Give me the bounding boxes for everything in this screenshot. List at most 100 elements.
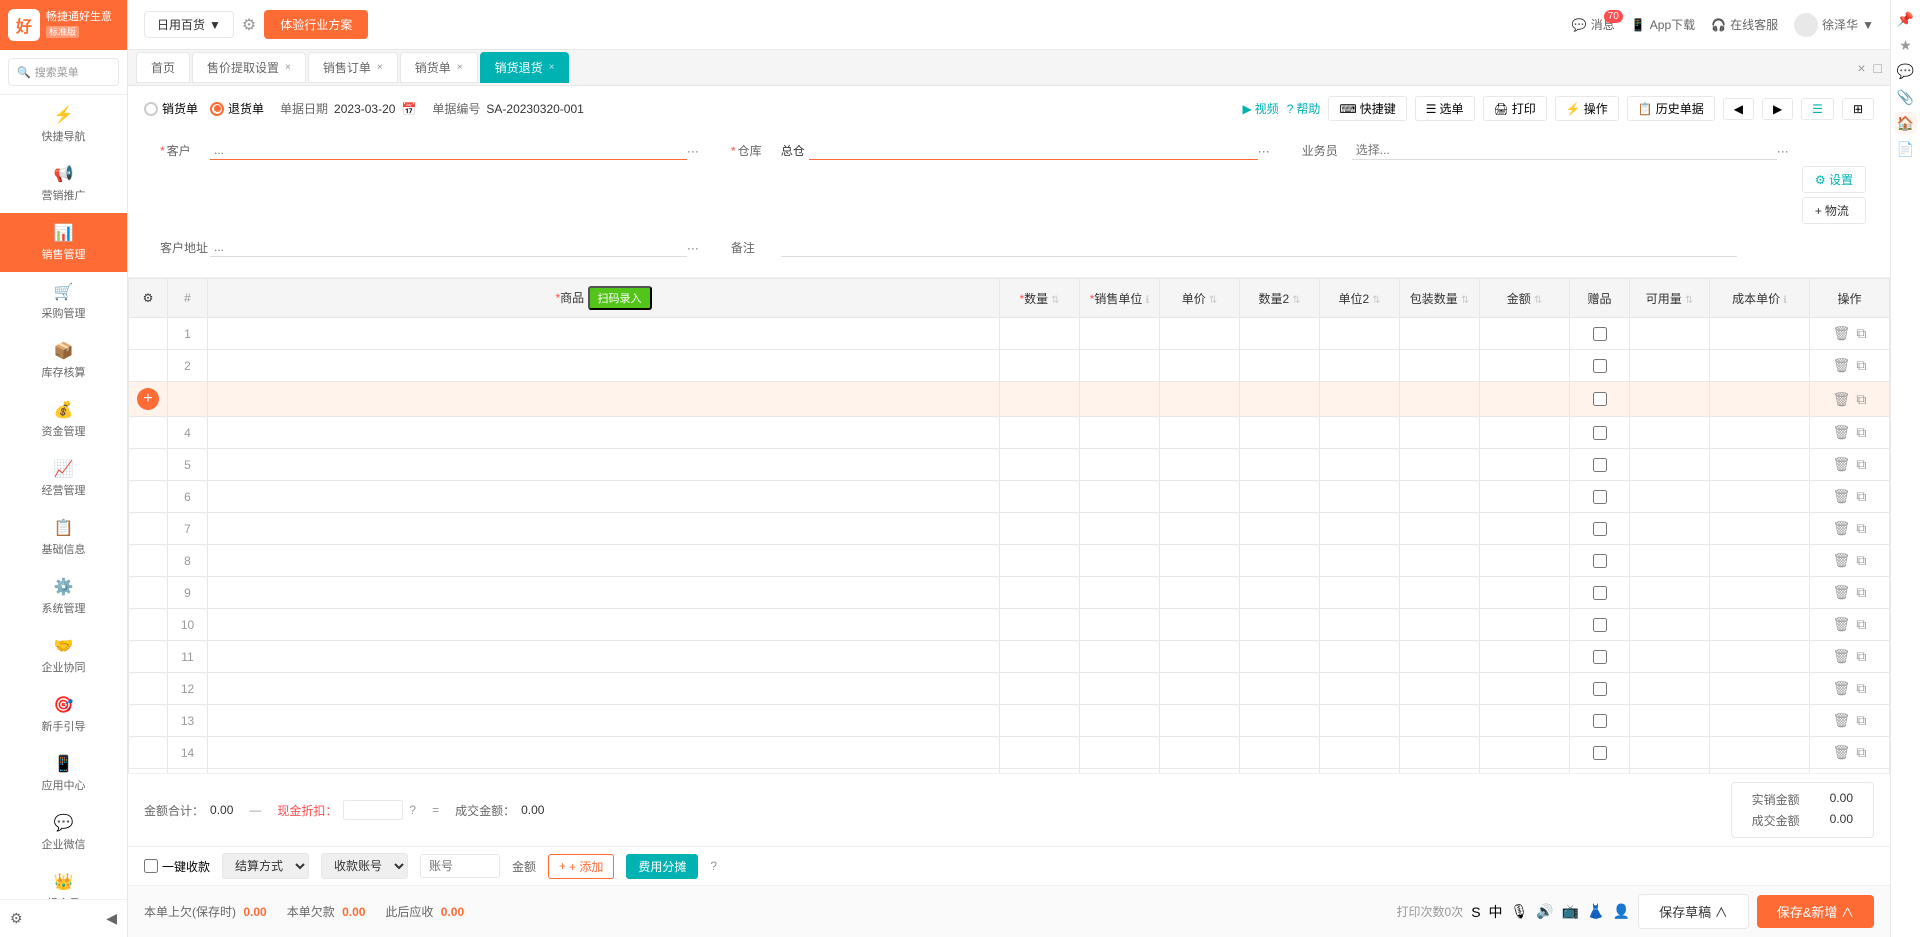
radio-return[interactable]: 退货单 [210,100,264,117]
add-fee-button[interactable]: + + 添加 [548,854,614,879]
trial-plan-button[interactable]: 体验行业方案 [264,10,368,39]
toolbar-icon-7[interactable]: 👤 [1613,903,1630,920]
tab-close-button[interactable]: × [1857,60,1865,76]
calendar-icon[interactable]: 📅 [401,102,416,116]
copy-row-4[interactable]: ⧉ [1856,424,1866,441]
amount-sort-icon[interactable]: ⇅ [1534,295,1542,306]
row-add-button[interactable]: + [137,388,159,410]
sidebar-item-enterprise[interactable]: 🤝 企业协同 [0,626,127,685]
sidebar-item-purchase[interactable]: 🛒 采购管理 [0,272,127,331]
toolbar-icon-6[interactable]: 👗 [1587,903,1604,920]
delete-row-11[interactable]: 🗑 [1833,648,1851,665]
delete-row-8[interactable]: 🗑 [1833,552,1851,569]
gift-check-5[interactable] [1593,458,1607,472]
settings-button[interactable]: ⚙ 设置 [1802,166,1866,193]
tab-close-sales-return[interactable]: × [549,62,555,73]
toolbar-icon-1[interactable]: S [1471,904,1480,920]
industry-selector[interactable]: 日用百货 ▼ [144,11,234,38]
grid-view-button[interactable]: ⊞ [1842,98,1874,120]
help-link[interactable]: ? 帮助 [1287,100,1321,117]
table-settings-header[interactable]: ⚙ [129,279,168,318]
delete-row-4[interactable]: 🗑 [1833,424,1851,441]
gift-check-1[interactable] [1593,327,1607,341]
sidebar-item-basic[interactable]: 📋 基础信息 [0,508,127,567]
one-key-payment-checkbox[interactable]: 一键收款 [144,858,210,875]
warehouse-dots[interactable]: ··· [1258,144,1270,158]
qty-sort-icon[interactable]: ⇅ [1051,295,1059,306]
product-input-1[interactable] [216,327,991,341]
copy-row-13[interactable]: ⧉ [1856,712,1866,729]
delete-row-12[interactable]: 🗑 [1833,680,1851,697]
toolbar-icon-3[interactable]: 🎙 [1511,903,1529,920]
account-input[interactable] [420,854,500,878]
copy-row-1[interactable]: ⧉ [1856,325,1866,342]
save-new-button[interactable]: 保存&新增 ∧ [1757,895,1874,928]
copy-row-14[interactable]: ⧉ [1856,744,1866,761]
user-menu[interactable]: 徐泽华 ▼ [1794,13,1874,37]
copy-row-12[interactable]: ⧉ [1856,680,1866,697]
gift-check-13[interactable] [1593,714,1607,728]
sidebar-item-marketing[interactable]: 📢 营销推广 [0,154,127,213]
prev-record-button[interactable]: ◀ [1723,98,1754,120]
right-tool-comment[interactable]: 💬 [1895,60,1917,82]
price-sort-icon[interactable]: ⇅ [1209,295,1217,306]
fee-split-button[interactable]: 费用分摊 [626,854,698,879]
gift-check-9[interactable] [1593,586,1607,600]
gift-check-10[interactable] [1593,618,1607,632]
save-draft-button[interactable]: 保存草稿 ∧ [1638,894,1749,929]
delete-row-5[interactable]: 🗑 [1833,456,1851,473]
online-service-link[interactable]: 🎧 在线客服 [1711,16,1778,33]
delete-row-active[interactable]: 🗑 [1833,391,1851,408]
logistics-button[interactable]: + 物流 [1802,197,1866,224]
sidebar-item-inventory[interactable]: 📦 库存核算 [0,331,127,390]
right-tool-star[interactable]: ★ [1895,34,1917,56]
gift-check-2[interactable] [1593,359,1607,373]
sidebar-gear-button[interactable]: ⚙ [10,910,23,927]
warehouse-input[interactable] [809,141,1258,160]
gift-check-6[interactable] [1593,490,1607,504]
toolbar-icon-2[interactable]: 中 [1489,902,1503,922]
list-view-button[interactable]: ☰ [1801,98,1834,120]
operate-button[interactable]: ⚡ 操作 [1555,96,1619,121]
row-product-1[interactable] [208,318,1000,350]
pack-sort-icon[interactable]: ⇅ [1461,295,1469,306]
staff-input[interactable] [1352,141,1777,160]
shortcut-button[interactable]: ⌨ 快捷键 [1328,96,1406,121]
staff-dots[interactable]: ··· [1777,144,1789,158]
delete-row-10[interactable]: 🗑 [1833,616,1851,633]
delete-row-1[interactable]: 🗑 [1833,325,1851,342]
customer-dots[interactable]: ··· [687,144,699,158]
delete-row-2[interactable]: 🗑 [1833,357,1851,374]
address-input[interactable] [210,238,687,257]
delete-row-6[interactable]: 🗑 [1833,488,1851,505]
costprice-info-icon[interactable]: ℹ [1783,295,1787,306]
tab-close-price-setting[interactable]: × [285,62,291,73]
search-menu-button[interactable]: 🔍 搜索菜单 [8,58,119,86]
radio-delivery[interactable]: 销货单 [144,100,198,117]
delete-row-13[interactable]: 🗑 [1833,712,1851,729]
gift-check-7[interactable] [1593,522,1607,536]
sidebar-item-member[interactable]: 👑 畅会员 [0,862,127,899]
tab-sales-delivery[interactable]: 销货单 × [400,52,478,83]
next-record-button[interactable]: ▶ [1762,98,1793,120]
right-tool-pin[interactable]: 📌 [1895,8,1917,30]
qty2-sort-icon[interactable]: ⇅ [1292,295,1300,306]
header-gear-button[interactable]: ⚙ [242,15,256,35]
sidebar-item-shortcut[interactable]: ⚡ 快捷导航 [0,95,127,154]
tab-sales-order[interactable]: 销售订单 × [308,52,398,83]
sidebar-search[interactable]: 🔍 搜索菜单 [0,50,127,95]
copy-row-8[interactable]: ⧉ [1856,552,1866,569]
sidebar-item-operations[interactable]: 📈 经营管理 [0,449,127,508]
discount-input[interactable] [343,800,403,820]
copy-row-10[interactable]: ⧉ [1856,616,1866,633]
copy-row-7[interactable]: ⧉ [1856,520,1866,537]
sidebar-item-wechat[interactable]: 💬 企业微信 [0,803,127,862]
delete-row-7[interactable]: 🗑 [1833,520,1851,537]
right-tool-doc[interactable]: 📄 [1895,138,1917,160]
copy-row-11[interactable]: ⧉ [1856,648,1866,665]
tab-home[interactable]: 首页 [136,52,190,83]
message-center[interactable]: 💬 消息 70 [1572,16,1615,33]
sidebar-item-newbie[interactable]: 🎯 新手引导 [0,685,127,744]
delete-row-9[interactable]: 🗑 [1833,584,1851,601]
video-link[interactable]: ▶ 视频 [1242,100,1278,117]
